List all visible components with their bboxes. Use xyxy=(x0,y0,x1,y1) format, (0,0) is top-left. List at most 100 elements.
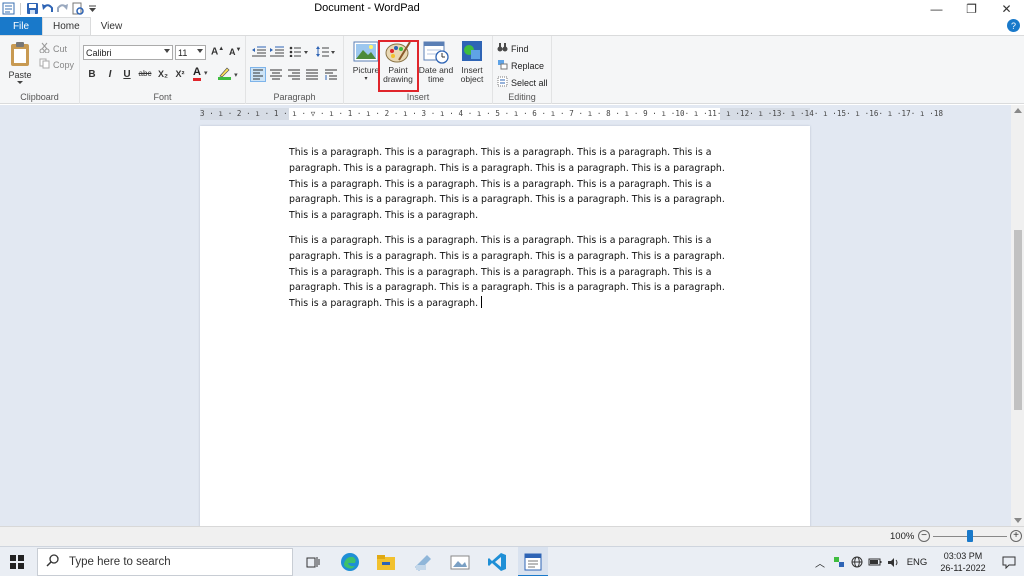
line-spacing-icon[interactable] xyxy=(316,46,336,60)
find-button[interactable]: Find xyxy=(497,42,529,55)
cut-button[interactable]: Cut xyxy=(39,42,67,55)
clipboard-group-label: Clipboard xyxy=(20,92,59,102)
paragraph-dialog-icon[interactable] xyxy=(324,68,338,84)
ribbon: Paste Cut Copy Clipboard Calibri 11 A▲ A… xyxy=(0,35,1024,104)
text-caret xyxy=(481,296,483,309)
vertical-scrollbar[interactable] xyxy=(1011,105,1024,526)
editing-group: Find Replace Select all Editing xyxy=(493,36,552,104)
vscode-icon[interactable] xyxy=(486,551,508,573)
scrollbar-thumb[interactable] xyxy=(1014,230,1022,410)
close-button[interactable]: ✕ xyxy=(989,0,1024,17)
scroll-down-icon[interactable] xyxy=(1014,518,1022,523)
ruler[interactable]: 3 · ı · 2 · ı · 1 · ı · ▽ · ı · 1 · ı · … xyxy=(200,108,943,120)
notification-icon[interactable] xyxy=(994,556,1024,569)
battery-icon[interactable] xyxy=(866,557,884,567)
save-icon[interactable] xyxy=(26,2,39,15)
bold-button[interactable]: B xyxy=(85,69,99,80)
paragraph-1: This is a paragraph. This is a paragraph… xyxy=(289,147,725,222)
align-center-icon[interactable] xyxy=(269,68,283,84)
zoom-level: 100% xyxy=(890,531,915,542)
paste-button[interactable]: Paste xyxy=(6,41,34,84)
grow-font-button[interactable]: A▲ xyxy=(211,46,224,57)
taskbar-search-box[interactable]: Type here to search xyxy=(37,548,293,576)
windows-start-icon[interactable] xyxy=(10,555,24,569)
zoom-slider-thumb[interactable] xyxy=(967,530,973,542)
undo-icon[interactable] xyxy=(41,2,54,15)
insert-object-button[interactable]: Insert object xyxy=(454,40,490,90)
decrease-indent-icon[interactable] xyxy=(252,46,266,60)
edge-browser-icon[interactable] xyxy=(339,551,361,573)
date-and-time-button[interactable]: Date and time xyxy=(418,40,454,90)
network-globe-icon[interactable] xyxy=(848,556,866,568)
task-view-icon[interactable] xyxy=(302,551,324,573)
replace-button[interactable]: Replace xyxy=(497,59,544,72)
select-all-icon xyxy=(497,76,508,89)
zoom-in-button[interactable]: + xyxy=(1010,530,1022,542)
restore-button[interactable]: ❐ xyxy=(954,0,989,17)
bullet-list-icon[interactable] xyxy=(289,46,309,60)
replace-icon xyxy=(497,59,508,72)
tab-home[interactable]: Home xyxy=(42,17,91,35)
wordpad-taskbar-icon[interactable] xyxy=(522,551,544,573)
increase-indent-icon[interactable] xyxy=(270,46,284,60)
document-page[interactable]: This is a paragraph. This is a paragraph… xyxy=(200,126,810,526)
file-explorer-icon[interactable] xyxy=(375,551,397,573)
paragraph-group: Paragraph xyxy=(246,36,344,104)
tab-file[interactable]: File xyxy=(0,17,42,35)
font-family-select[interactable]: Calibri xyxy=(83,45,173,60)
italic-button[interactable]: I xyxy=(103,69,117,80)
window-title: Document - WordPad xyxy=(314,2,420,14)
chevron-up-icon[interactable]: ︿ xyxy=(810,555,830,570)
editing-group-label: Editing xyxy=(508,92,536,102)
select-all-button[interactable]: Select all xyxy=(497,76,548,89)
highlight-color-button[interactable]: ▾ xyxy=(218,66,242,80)
font-color-button[interactable]: A ▾ xyxy=(193,66,215,81)
wordpad-app-icon xyxy=(2,2,15,15)
input-language[interactable]: ENG xyxy=(902,557,932,568)
zoom-out-button[interactable]: − xyxy=(918,530,930,542)
paste-icon xyxy=(11,42,29,66)
subscript-button[interactable]: X₂ xyxy=(156,69,170,79)
copy-icon xyxy=(39,58,50,71)
document-area: 3 · ı · 2 · ı · 1 · ı · ▽ · ı · 1 · ı · … xyxy=(0,105,1011,526)
print-preview-icon[interactable] xyxy=(71,2,84,15)
binoculars-icon xyxy=(497,42,508,55)
font-group: Calibri 11 A▲ A▼ B I U abc X₂ X² A ▾ ▾ F… xyxy=(80,36,246,104)
superscript-button[interactable]: X² xyxy=(173,69,187,79)
minimize-button[interactable]: — xyxy=(919,0,954,17)
help-icon[interactable]: ? xyxy=(1007,19,1020,32)
search-placeholder: Type here to search xyxy=(69,556,171,568)
picture-icon xyxy=(353,40,379,64)
paragraph-2: This is a paragraph. This is a paragraph… xyxy=(289,235,725,310)
highlighter-icon xyxy=(218,66,231,80)
app-tray-icon[interactable] xyxy=(830,556,848,568)
font-size-select[interactable]: 11 xyxy=(175,45,206,60)
strikethrough-button[interactable]: abc xyxy=(136,69,154,78)
quick-access-toolbar xyxy=(0,2,99,15)
search-icon xyxy=(46,554,59,570)
photos-app-icon[interactable] xyxy=(449,551,471,573)
align-right-icon[interactable] xyxy=(287,68,301,84)
clock[interactable]: 03:03 PM 26-11-2022 xyxy=(932,550,994,574)
calendar-clock-icon xyxy=(423,40,449,64)
redo-icon[interactable] xyxy=(56,2,69,15)
volume-icon[interactable] xyxy=(884,557,902,568)
scissors-icon xyxy=(39,42,50,55)
insert-group-label: Insert xyxy=(406,92,430,102)
justify-icon[interactable] xyxy=(305,68,319,84)
customize-toolbar-icon[interactable] xyxy=(86,2,99,15)
paint-drawing-highlight-box xyxy=(378,40,419,92)
tab-view[interactable]: View xyxy=(91,17,133,35)
shrink-font-button[interactable]: A▼ xyxy=(229,47,241,57)
align-left-button[interactable] xyxy=(250,67,266,82)
scroll-up-icon[interactable] xyxy=(1014,108,1022,113)
status-bar: 100% − + xyxy=(0,526,1024,546)
app-icon-generic[interactable] xyxy=(412,551,434,573)
clipboard-group: Paste Cut Copy Clipboard xyxy=(0,36,80,104)
ribbon-tabs: File Home View ? xyxy=(0,17,1024,35)
font-color-icon: A xyxy=(193,67,201,81)
copy-button[interactable]: Copy xyxy=(39,58,74,71)
insert-object-icon xyxy=(459,40,485,64)
title-bar: Document - WordPad — ❐ ✕ xyxy=(0,0,1024,17)
underline-button[interactable]: U xyxy=(120,69,134,80)
